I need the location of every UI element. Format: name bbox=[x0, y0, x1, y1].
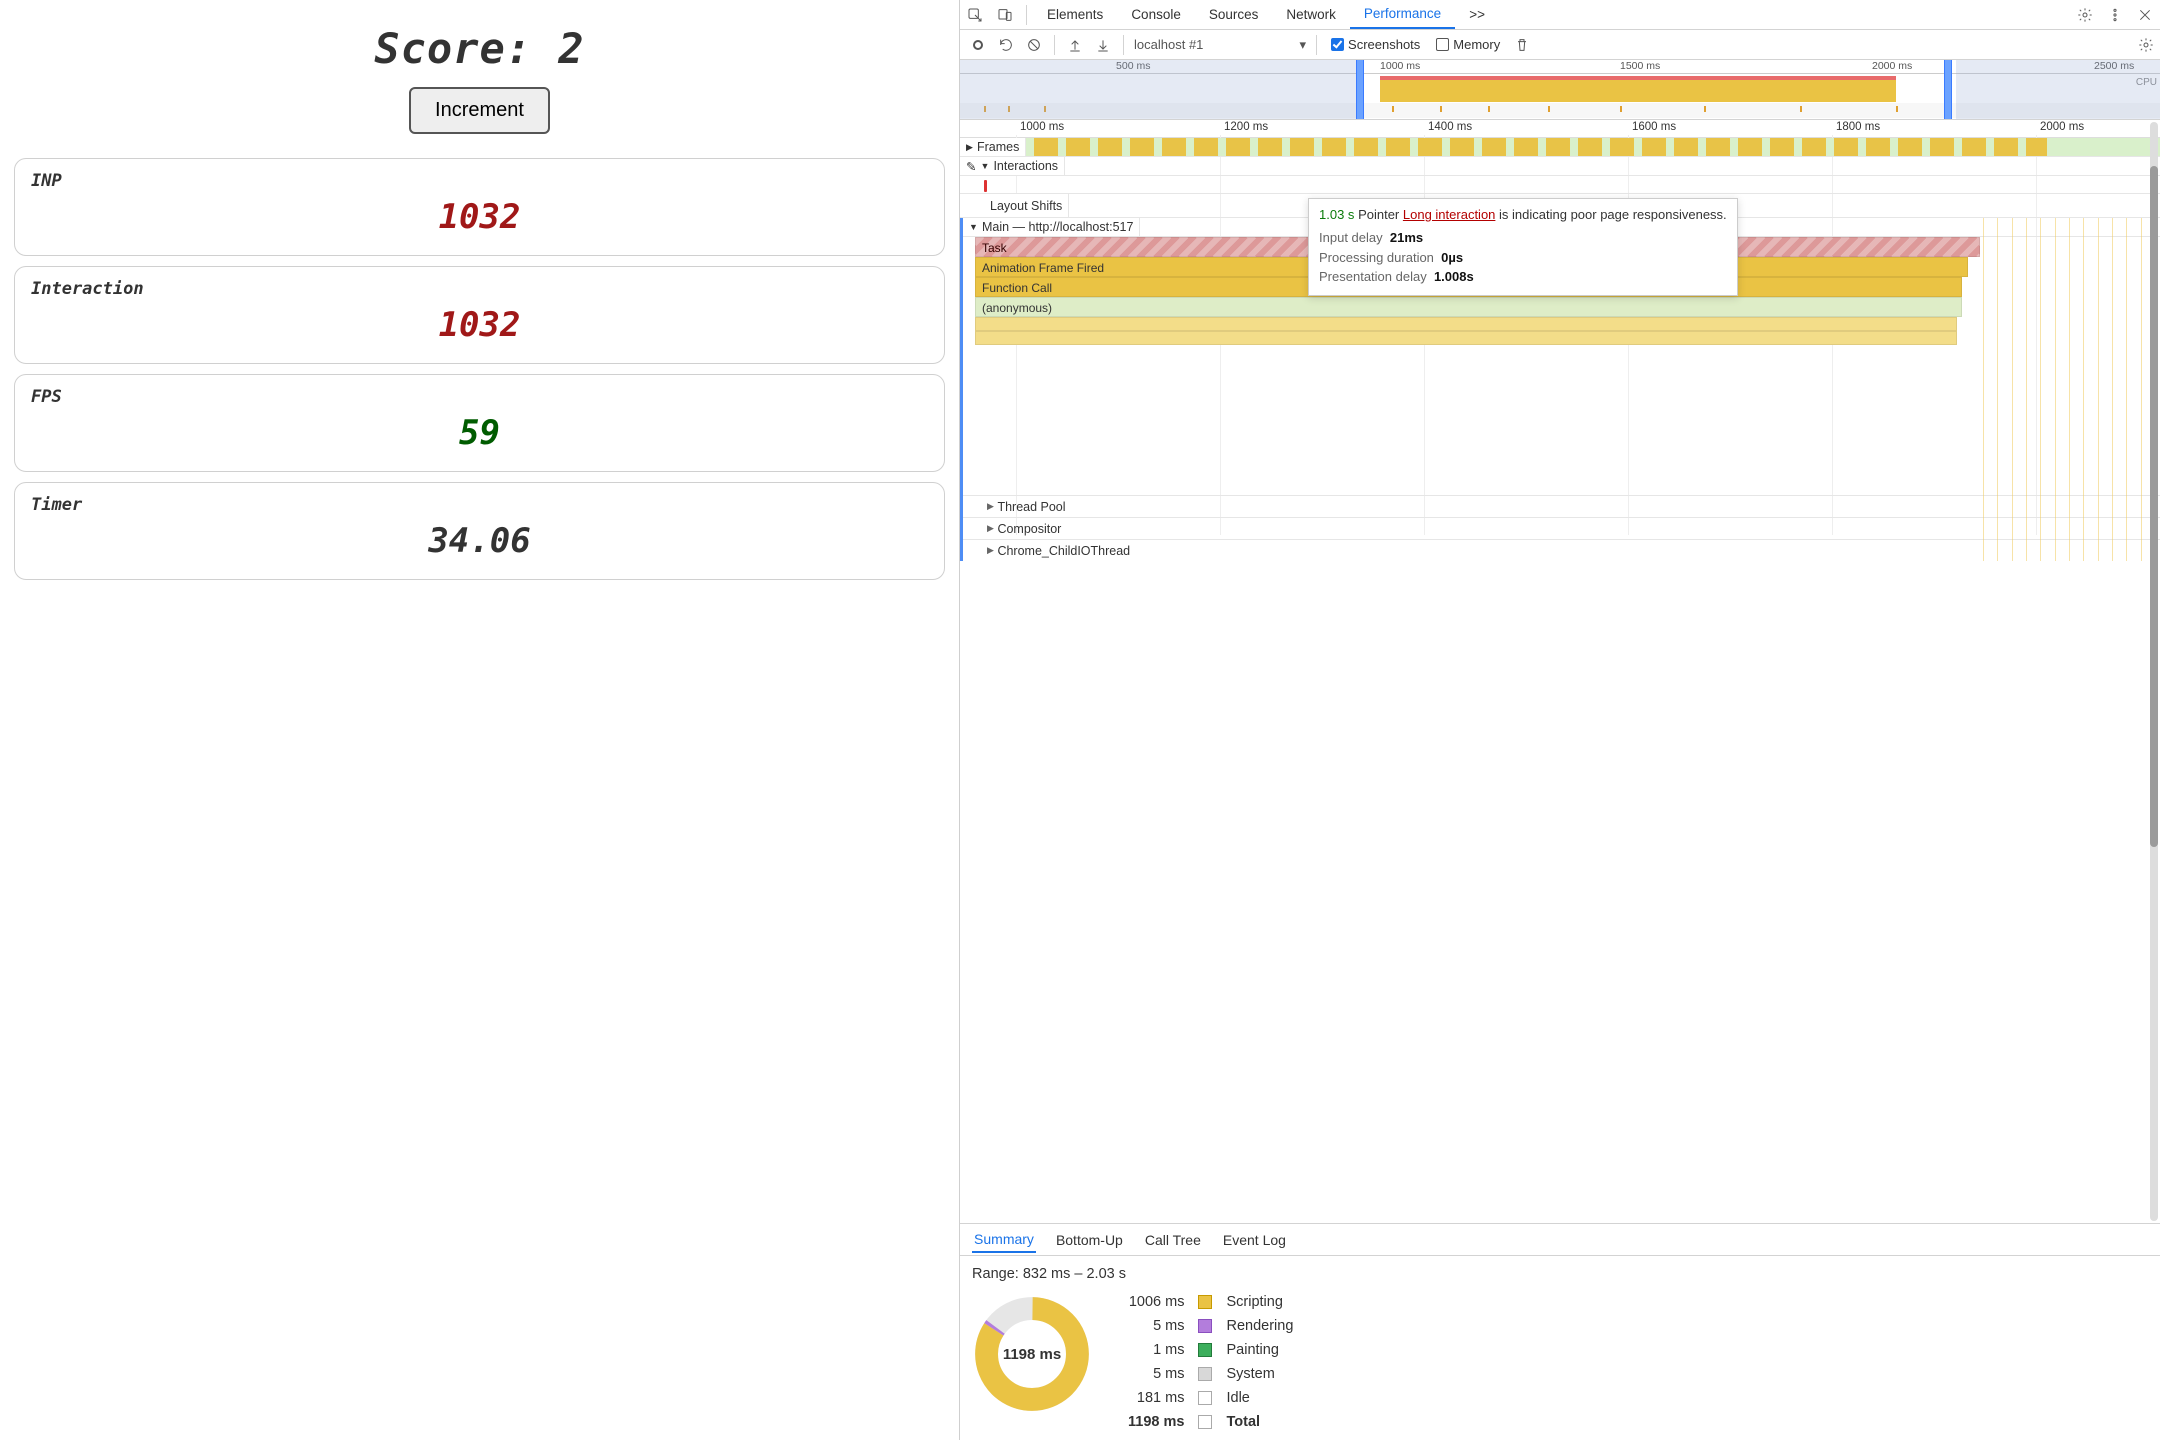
swatch-system bbox=[1198, 1367, 1212, 1381]
close-icon[interactable] bbox=[2130, 0, 2160, 30]
increment-button[interactable]: Increment bbox=[409, 87, 550, 134]
long-interaction-link[interactable]: Long interaction bbox=[1403, 207, 1496, 222]
lane-label: Interactions bbox=[993, 159, 1058, 173]
timeline-main[interactable]: 1000 ms 1200 ms 1400 ms 1600 ms 1800 ms … bbox=[960, 120, 2160, 1224]
frames-lane[interactable]: ▶Frames bbox=[960, 138, 2160, 157]
swatch-rendering bbox=[1198, 1319, 1212, 1333]
upload-profile-button[interactable] bbox=[1061, 31, 1089, 59]
ov-tick: 1000 ms bbox=[1380, 60, 1420, 72]
tab-more[interactable]: >> bbox=[1455, 0, 1499, 29]
gc-button[interactable] bbox=[1508, 31, 1536, 59]
device-toggle-icon[interactable] bbox=[990, 0, 1020, 30]
tl-tick: 1800 ms bbox=[1836, 121, 1880, 133]
settings-icon[interactable] bbox=[2070, 0, 2100, 30]
tl-tick: 1600 ms bbox=[1632, 121, 1676, 133]
tab-console[interactable]: Console bbox=[1117, 0, 1195, 29]
swatch-idle bbox=[1198, 1391, 1212, 1405]
tl-tick: 1000 ms bbox=[1020, 121, 1064, 133]
thread-pool-lane[interactable]: ▶ Thread Pool bbox=[963, 495, 2160, 517]
summary-pane: Range: 832 ms – 2.03 s 1198 ms 1006 msSc… bbox=[960, 1256, 2160, 1440]
memory-label: Memory bbox=[1453, 37, 1500, 52]
chevron-down-icon: ▾ bbox=[1300, 37, 1307, 53]
tooltip-time: 1.03 s bbox=[1319, 207, 1354, 222]
interaction-tooltip: 1.03 s Pointer Long interaction is indic… bbox=[1308, 198, 1738, 296]
child-io-lane[interactable]: ▶ Chrome_ChildIOThread bbox=[963, 539, 2160, 561]
swatch-scripting bbox=[1198, 1295, 1212, 1309]
tl-tick: 2000 ms bbox=[2040, 121, 2084, 133]
interaction-marker-lane bbox=[960, 176, 2160, 194]
lane-label: Layout Shifts bbox=[990, 199, 1062, 213]
overview-handle-right[interactable] bbox=[1944, 60, 1952, 119]
capture-settings-icon[interactable] bbox=[2132, 31, 2160, 59]
tab-performance[interactable]: Performance bbox=[1350, 0, 1455, 29]
download-profile-button[interactable] bbox=[1089, 31, 1117, 59]
fps-label: FPS bbox=[31, 387, 928, 407]
tab-sources[interactable]: Sources bbox=[1195, 0, 1273, 29]
app-pane: Score: 2 Increment INP 1032 Interaction … bbox=[0, 0, 959, 1440]
performance-toolbar: localhost #1 ▾ Screenshots Memory bbox=[960, 30, 2160, 60]
donut-center-value: 1198 ms bbox=[972, 1294, 1092, 1414]
btab-eventlog[interactable]: Event Log bbox=[1221, 1228, 1288, 1252]
screenshots-label: Screenshots bbox=[1348, 37, 1420, 52]
tab-elements[interactable]: Elements bbox=[1033, 0, 1117, 29]
summary-legend: 1006 msScripting 5 msRendering 1 msPaint… bbox=[1128, 1294, 1293, 1430]
btab-calltree[interactable]: Call Tree bbox=[1143, 1228, 1203, 1252]
kebab-icon[interactable] bbox=[2100, 0, 2130, 30]
lane-label: Main — http://localhost:517 bbox=[982, 220, 1133, 234]
clear-button[interactable] bbox=[1020, 31, 1048, 59]
btab-summary[interactable]: Summary bbox=[972, 1227, 1036, 1253]
overview-panel[interactable]: 500 ms 1000 ms 1500 ms 2000 ms 2500 ms C… bbox=[960, 60, 2160, 120]
tl-tick: 1400 ms bbox=[1428, 121, 1472, 133]
timer-card: Timer 34.06 bbox=[14, 482, 945, 580]
record-button[interactable] bbox=[964, 31, 992, 59]
interaction-card: Interaction 1032 bbox=[14, 266, 945, 364]
timeline-scrollbar[interactable] bbox=[2150, 122, 2158, 1221]
interaction-value: 1032 bbox=[31, 305, 928, 345]
interaction-label: Interaction bbox=[31, 279, 928, 299]
flame-sub[interactable] bbox=[975, 331, 1957, 345]
fps-card: FPS 59 bbox=[14, 374, 945, 472]
flame-anonymous[interactable]: (anonymous) bbox=[975, 297, 1962, 317]
ov-tick: 2000 ms bbox=[1872, 60, 1912, 72]
timer-label: Timer bbox=[31, 495, 928, 515]
flame-sub[interactable] bbox=[975, 317, 1957, 331]
profile-select-value: localhost #1 bbox=[1134, 37, 1203, 52]
edit-icon: ✎ bbox=[966, 159, 976, 174]
overview-handle-left[interactable] bbox=[1356, 60, 1364, 119]
memory-checkbox[interactable]: Memory bbox=[1436, 37, 1500, 52]
tab-network[interactable]: Network bbox=[1272, 0, 1350, 29]
swatch-total bbox=[1198, 1415, 1212, 1429]
summary-range: Range: 832 ms – 2.03 s bbox=[972, 1266, 2148, 1282]
inp-card: INP 1032 bbox=[14, 158, 945, 256]
interactions-lane[interactable]: ✎▼Interactions bbox=[960, 157, 2160, 176]
devtools-tabbar: Elements Console Sources Network Perform… bbox=[960, 0, 2160, 30]
profile-select[interactable]: localhost #1 ▾ bbox=[1130, 35, 1310, 55]
summary-donut-chart: 1198 ms bbox=[972, 1294, 1092, 1414]
compositor-lane[interactable]: ▶ Compositor bbox=[963, 517, 2160, 539]
score-title: Score: 2 bbox=[14, 24, 945, 73]
lane-label: Frames bbox=[977, 140, 1019, 154]
tl-tick: 1200 ms bbox=[1224, 121, 1268, 133]
devtools-pane: Elements Console Sources Network Perform… bbox=[959, 0, 2160, 1440]
ov-tick: 1500 ms bbox=[1620, 60, 1660, 72]
reload-record-button[interactable] bbox=[992, 31, 1020, 59]
btab-bottomup[interactable]: Bottom-Up bbox=[1054, 1228, 1125, 1252]
summary-tabbar: Summary Bottom-Up Call Tree Event Log bbox=[960, 1224, 2160, 1256]
inp-label: INP bbox=[31, 171, 928, 191]
swatch-painting bbox=[1198, 1343, 1212, 1357]
timer-value: 34.06 bbox=[31, 521, 928, 561]
inspect-icon[interactable] bbox=[960, 0, 990, 30]
inp-value: 1032 bbox=[31, 197, 928, 237]
screenshots-checkbox[interactable]: Screenshots bbox=[1331, 37, 1420, 52]
fps-value: 59 bbox=[31, 413, 928, 453]
